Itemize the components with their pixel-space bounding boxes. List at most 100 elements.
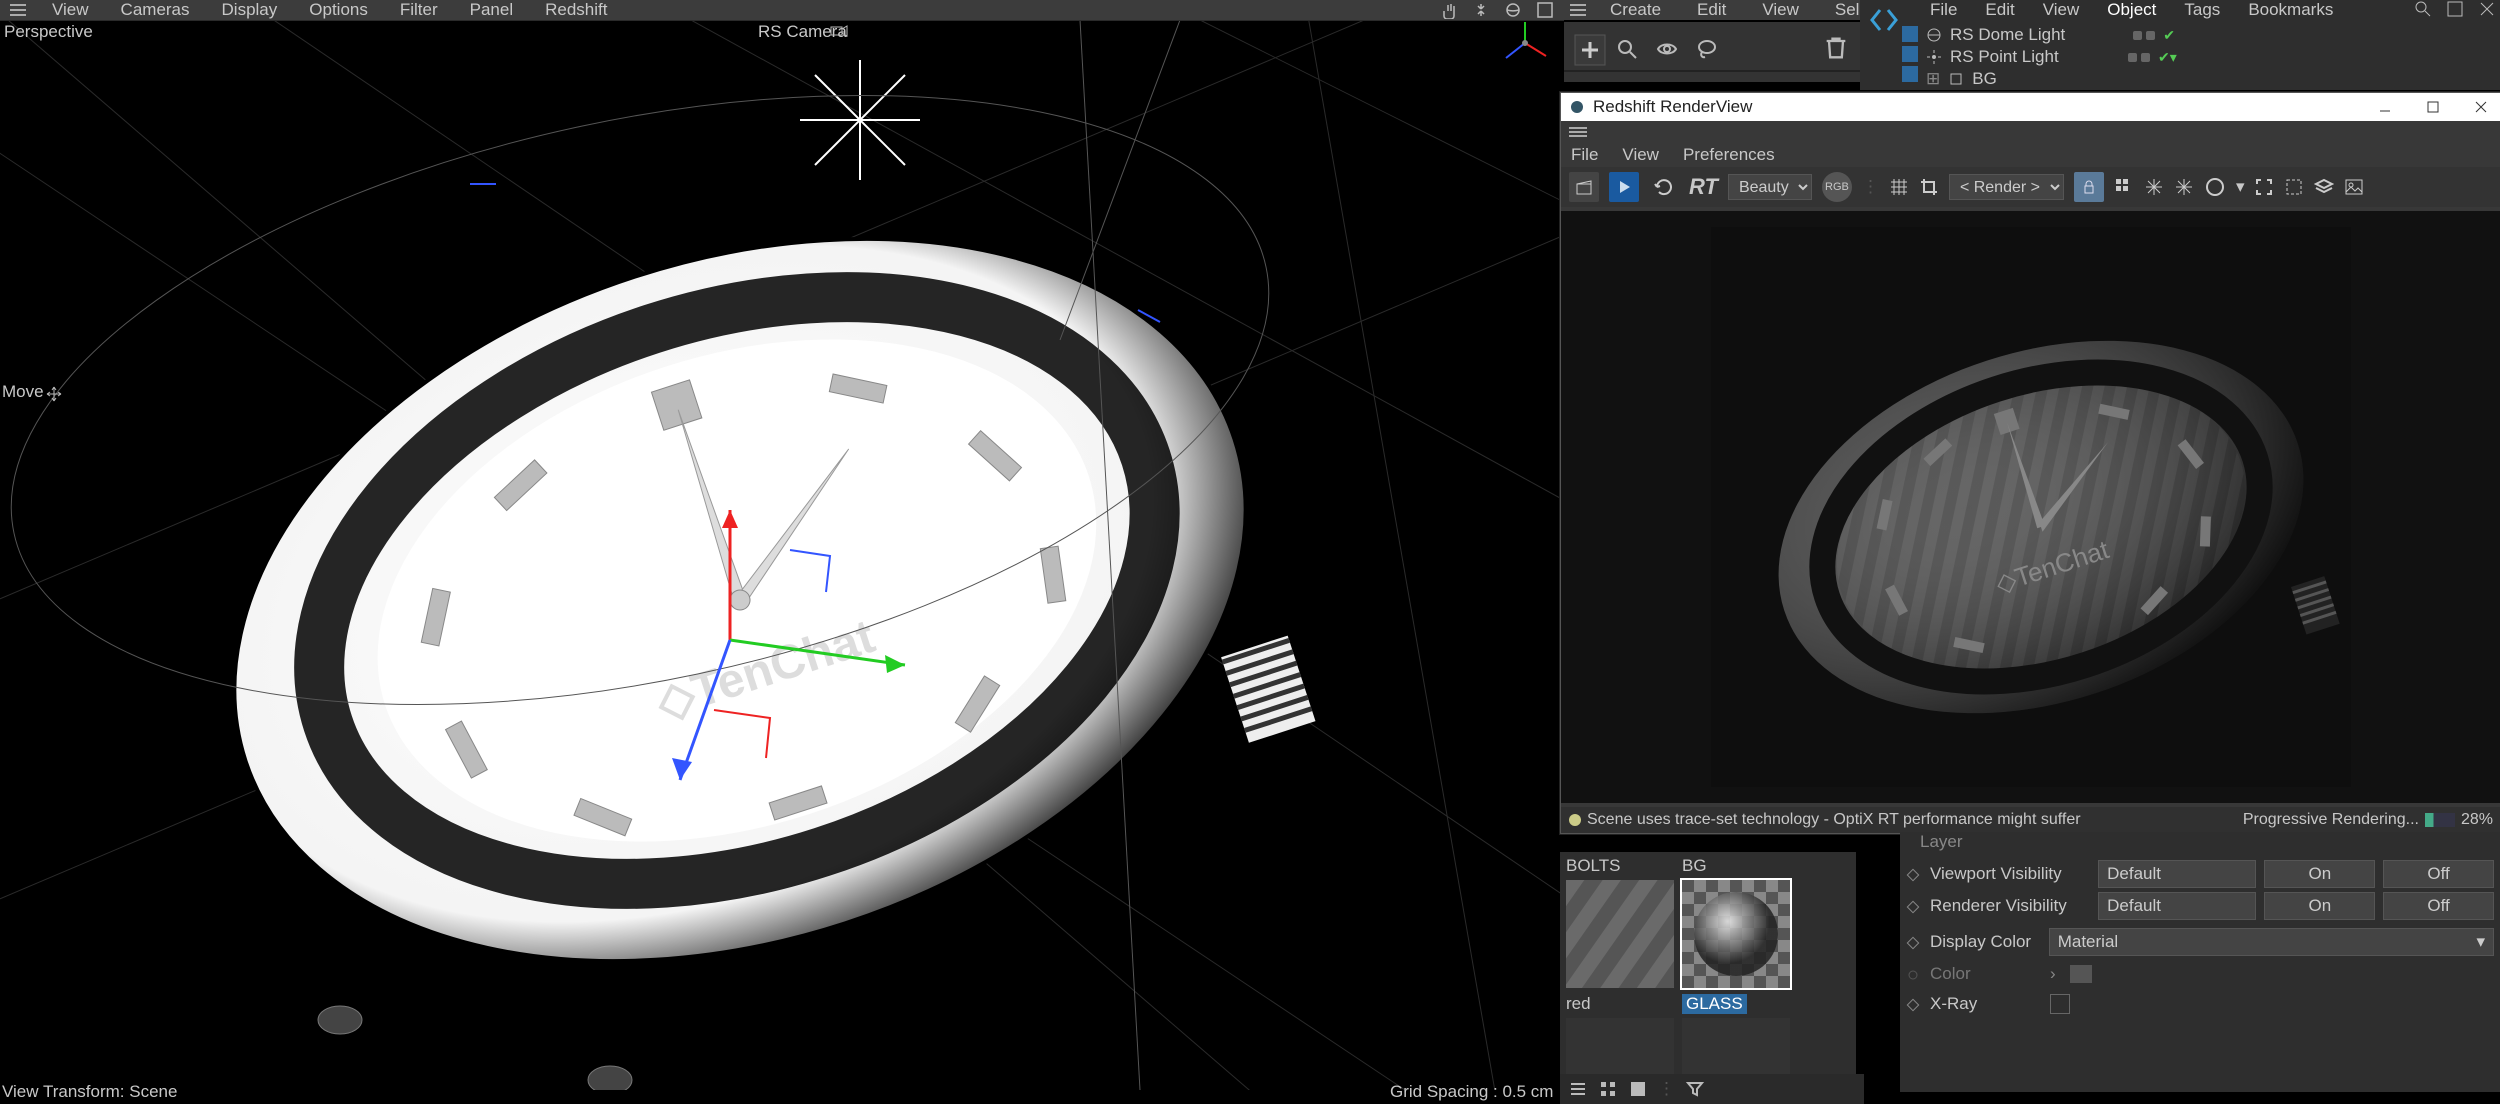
grid-icon[interactable]	[1889, 177, 1909, 197]
attr-combo[interactable]: Material▾	[2049, 928, 2494, 956]
search-icon[interactable]	[2414, 0, 2432, 18]
vp-menu-view[interactable]: View	[36, 0, 105, 20]
attr-tab-layer[interactable]: Layer	[1920, 832, 1963, 852]
circle-icon[interactable]	[2204, 176, 2226, 198]
check-icon[interactable]: ✔▾	[2158, 49, 2177, 66]
attr-on-button[interactable]: On	[2264, 892, 2375, 920]
attr-off-button[interactable]: Off	[2383, 860, 2494, 888]
search-icon[interactable]	[1616, 38, 1638, 60]
layer-color[interactable]	[1902, 26, 1918, 42]
orbit-icon[interactable]	[1504, 1, 1522, 19]
vp-menu-display[interactable]: Display	[206, 0, 294, 20]
region-icon[interactable]	[2284, 177, 2304, 197]
layer-color[interactable]	[1902, 46, 1918, 62]
rv-menu-view[interactable]: View	[1622, 145, 1659, 165]
app-icon	[1569, 99, 1585, 115]
menu-bookmarks[interactable]: Bookmarks	[2248, 0, 2333, 20]
menu-icon[interactable]	[6, 0, 30, 20]
vp-menu-options[interactable]: Options	[293, 0, 384, 20]
snowflake2-icon[interactable]	[2174, 177, 2194, 197]
hand-icon[interactable]	[1440, 1, 1458, 19]
layers-icon[interactable]	[2314, 177, 2334, 197]
crop-icon[interactable]	[1919, 177, 1939, 197]
expand-icon[interactable]: ⊞	[1926, 69, 1940, 89]
renderview-titlebar[interactable]: Redshift RenderView	[1561, 93, 2500, 121]
attr-combo[interactable]: Default	[2098, 892, 2256, 920]
dolly-icon[interactable]	[1472, 1, 1490, 19]
renderview-menu-icon[interactable]	[1561, 121, 2500, 143]
maximize-button[interactable]	[2413, 93, 2453, 121]
trash-icon[interactable]	[1822, 34, 1850, 62]
frame-icon[interactable]	[2254, 177, 2274, 197]
hierarchy-item[interactable]: ⊞ BG	[1926, 68, 2177, 90]
menu-view[interactable]: View	[2043, 0, 2080, 20]
aov-select[interactable]: Beauty	[1728, 174, 1812, 200]
layer-color[interactable]	[1902, 66, 1918, 82]
obj-menu-view[interactable]: View	[1744, 0, 1817, 20]
window-icon[interactable]	[2446, 0, 2464, 18]
attr-off-button[interactable]: Off	[2383, 892, 2494, 920]
rgb-icon[interactable]: RGB	[1822, 172, 1852, 202]
menu-object[interactable]: Object	[2107, 0, 2156, 20]
close-icon[interactable]	[2478, 0, 2496, 18]
material-name[interactable]: GLASS	[1682, 994, 1747, 1014]
nav-arrows[interactable]	[1866, 2, 1902, 43]
attr-combo[interactable]: Default	[2098, 860, 2256, 888]
material-tile[interactable]	[1566, 880, 1674, 988]
camera-icon[interactable]	[830, 24, 848, 38]
keyframe-icon[interactable]	[1906, 997, 1920, 1011]
menu-tags[interactable]: Tags	[2184, 0, 2220, 20]
thumbnails-icon[interactable]	[2114, 177, 2134, 197]
vp-menu-filter[interactable]: Filter	[384, 0, 454, 20]
vp-menu-redshift[interactable]: Redshift	[529, 0, 623, 20]
keyframe-icon[interactable]	[1906, 967, 1920, 981]
keyframe-icon[interactable]	[1906, 935, 1920, 949]
checkbox[interactable]	[2050, 994, 2070, 1014]
keyframe-icon[interactable]	[1906, 867, 1920, 881]
vp-menu-panel[interactable]: Panel	[454, 0, 529, 20]
hierarchy-item[interactable]: RS Dome Light ✔	[1926, 24, 2177, 46]
rv-menu-file[interactable]: File	[1571, 145, 1598, 165]
material-name[interactable]: BG	[1682, 856, 1707, 876]
rt-label[interactable]: RT	[1689, 174, 1718, 200]
minimize-button[interactable]	[2365, 93, 2405, 121]
snapshot-select[interactable]: < Render >	[1949, 174, 2064, 200]
attr-on-button[interactable]: On	[2264, 860, 2375, 888]
snowflake-icon[interactable]	[2144, 177, 2164, 197]
eye-icon[interactable]	[1656, 38, 1678, 60]
viewport-3d[interactable]: ◇TenChat	[0, 20, 1560, 1090]
hierarchy-item[interactable]: RS Point Light ✔▾	[1926, 46, 2177, 68]
attr-label: Display Color	[1930, 932, 2049, 952]
material-tile[interactable]	[1682, 880, 1790, 988]
rv-menu-prefs[interactable]: Preferences	[1683, 145, 1775, 165]
check-icon[interactable]: ✔	[2163, 27, 2175, 44]
menu-file[interactable]: File	[1930, 0, 1957, 20]
axis-gizmo[interactable]	[1500, 18, 1550, 68]
lock-icon[interactable]	[2074, 172, 2104, 202]
material-tile[interactable]	[1682, 1018, 1790, 1074]
refresh-icon[interactable]	[1649, 172, 1679, 202]
material-name[interactable]: BOLTS	[1566, 856, 1620, 876]
maximize-icon[interactable]	[1536, 1, 1554, 19]
menu-edit[interactable]: Edit	[1985, 0, 2014, 20]
add-object-icon[interactable]	[1574, 34, 1606, 66]
close-button[interactable]	[2461, 93, 2500, 121]
clapper-icon[interactable]	[1569, 172, 1599, 202]
grid-small-icon[interactable]	[1598, 1079, 1618, 1099]
filter-icon[interactable]	[1685, 1079, 1705, 1099]
grid-large-icon[interactable]	[1628, 1079, 1648, 1099]
vp-menu-cameras[interactable]: Cameras	[105, 0, 206, 20]
lasso-icon[interactable]	[1696, 38, 1718, 60]
obj-menu-create[interactable]: Create	[1592, 0, 1679, 20]
play-button[interactable]	[1609, 172, 1639, 202]
obj-menu-edit[interactable]: Edit	[1679, 0, 1744, 20]
menu-icon[interactable]	[1570, 0, 1586, 20]
expand-icon[interactable]: ›	[2050, 964, 2056, 984]
keyframe-icon[interactable]	[1906, 899, 1920, 913]
color-swatch[interactable]	[2070, 965, 2092, 983]
renderview-canvas[interactable]: ◇TenChat	[1561, 211, 2500, 803]
picture-icon[interactable]	[2344, 177, 2364, 197]
list-icon[interactable]	[1568, 1079, 1588, 1099]
material-tile[interactable]	[1566, 1018, 1674, 1074]
material-name[interactable]: red	[1566, 994, 1591, 1014]
